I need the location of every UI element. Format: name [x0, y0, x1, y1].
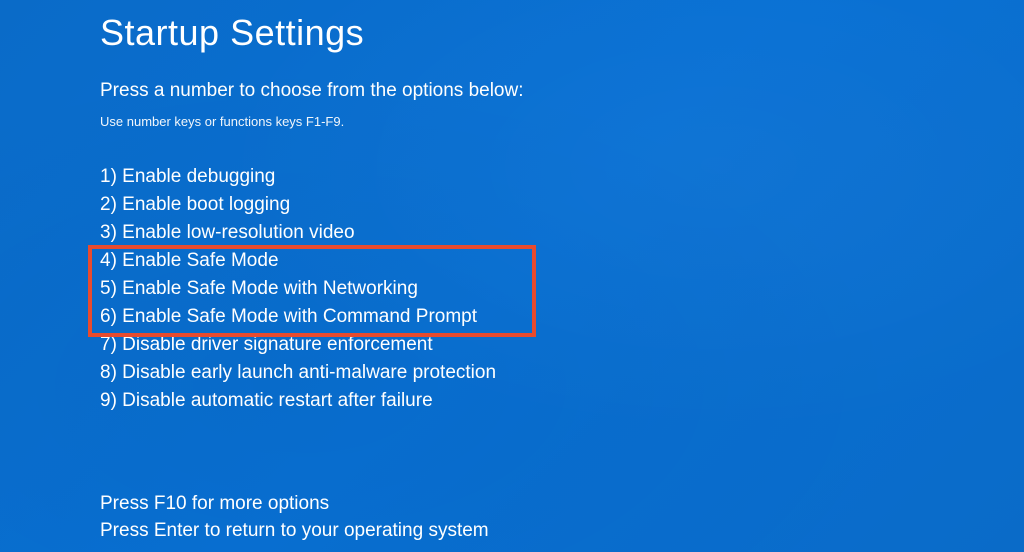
option-4[interactable]: 4) Enable Safe Mode	[100, 247, 1024, 275]
footer-return: Press Enter to return to your operating …	[100, 517, 489, 544]
option-6[interactable]: 6) Enable Safe Mode with Command Prompt	[100, 303, 1024, 331]
page-title: Startup Settings	[100, 12, 1024, 54]
option-2[interactable]: 2) Enable boot logging	[100, 191, 1024, 219]
option-7[interactable]: 7) Disable driver signature enforcement	[100, 331, 1024, 359]
option-5[interactable]: 5) Enable Safe Mode with Networking	[100, 275, 1024, 303]
footer: Press F10 for more options Press Enter t…	[100, 490, 489, 544]
option-1[interactable]: 1) Enable debugging	[100, 163, 1024, 191]
option-3[interactable]: 3) Enable low-resolution video	[100, 219, 1024, 247]
hint-text: Use number keys or functions keys F1-F9.	[100, 114, 1024, 129]
footer-more-options: Press F10 for more options	[100, 490, 489, 517]
option-8[interactable]: 8) Disable early launch anti-malware pro…	[100, 359, 1024, 387]
instruction-text: Press a number to choose from the option…	[100, 80, 1024, 102]
options-list: 1) Enable debugging 2) Enable boot loggi…	[100, 163, 1024, 415]
option-9[interactable]: 9) Disable automatic restart after failu…	[100, 387, 1024, 415]
